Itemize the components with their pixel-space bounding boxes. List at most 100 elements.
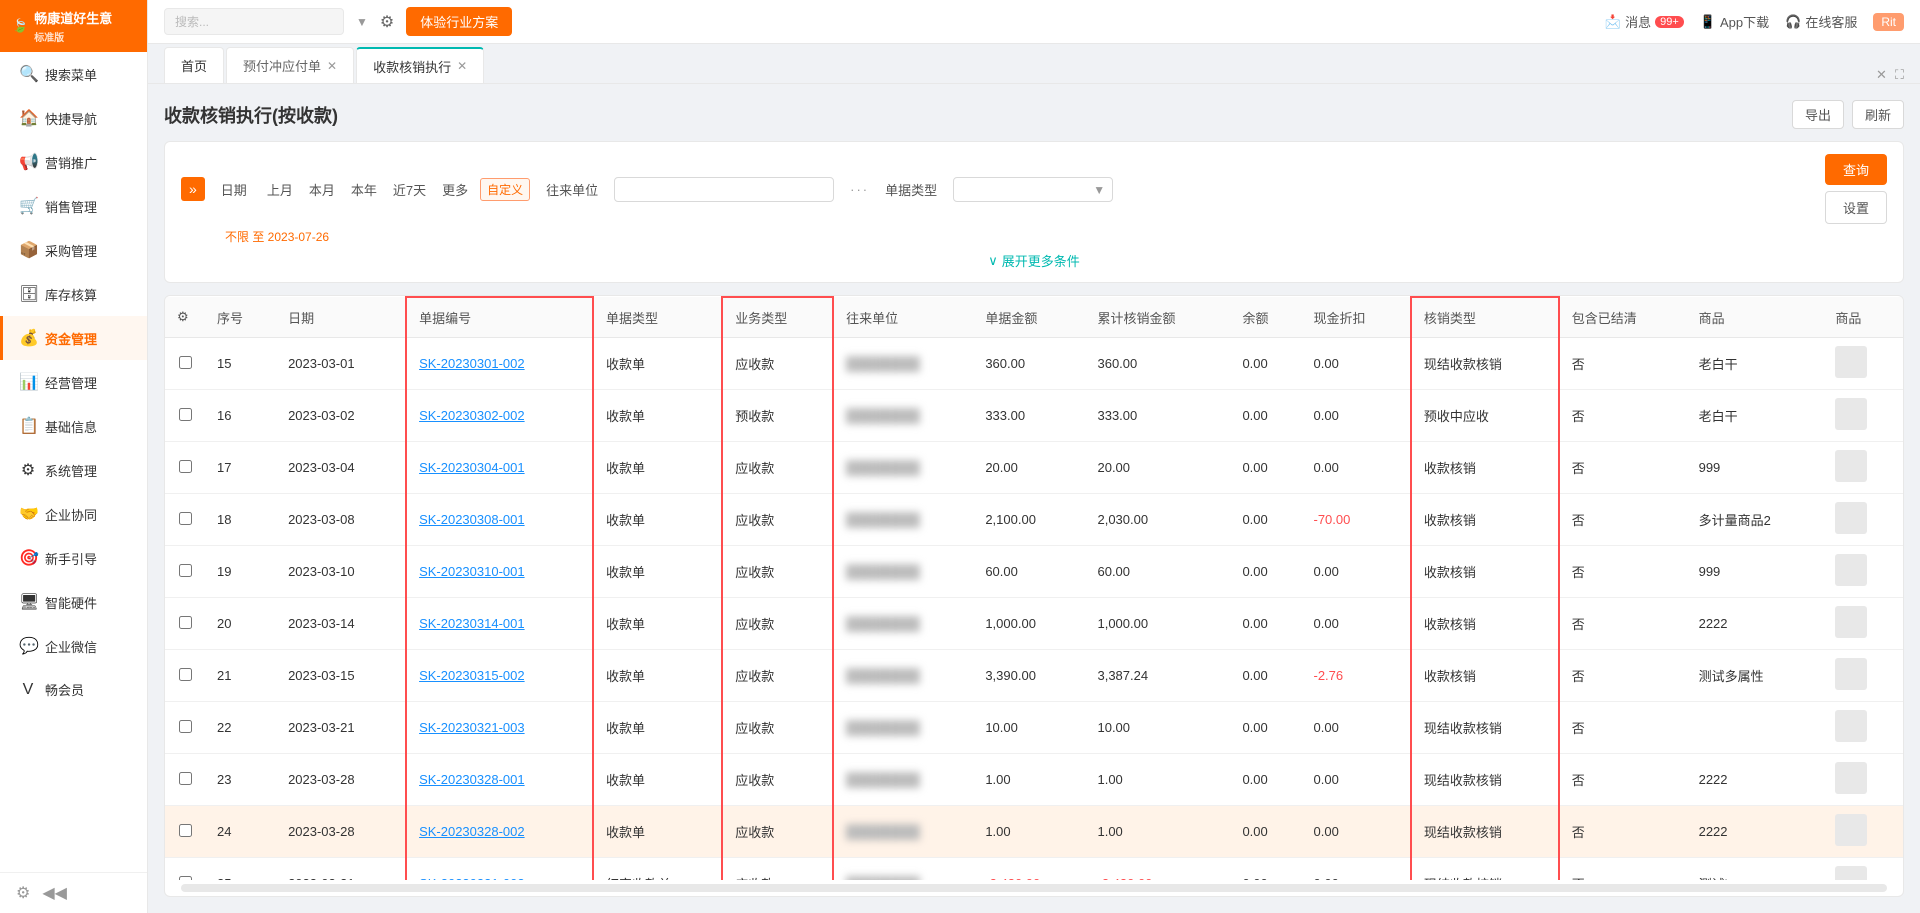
th-gear[interactable]: ⚙ xyxy=(165,297,205,338)
row-checkbox[interactable] xyxy=(179,720,192,733)
this-year-btn[interactable]: 本年 xyxy=(347,178,381,201)
sidebar-item-inventory[interactable]: 🗄 库存核算 xyxy=(0,272,147,316)
cell-voucher-no[interactable]: SK-20230315-002 xyxy=(406,650,593,702)
row-checkbox[interactable] xyxy=(179,876,192,881)
cell-voucher-no[interactable]: SK-20230304-001 xyxy=(406,442,593,494)
sidebar-item-marketing[interactable]: 📢 营销推广 xyxy=(0,140,147,184)
cell-voucher-no[interactable]: SK-20230302-002 xyxy=(406,390,593,442)
cell-voucher-no[interactable]: SK-20230301-002 xyxy=(406,338,593,390)
last-7-days-btn[interactable]: 近7天 xyxy=(389,178,430,201)
cell-cash-discount: -70.00 xyxy=(1302,494,1411,546)
industry-btn[interactable]: 体验行业方案 xyxy=(406,7,512,36)
row-checkbox[interactable] xyxy=(179,356,192,369)
cell-checkbox[interactable] xyxy=(165,650,205,702)
cell-voucher-no[interactable]: SK-20230328-002 xyxy=(406,806,593,858)
this-month-btn[interactable]: 本月 xyxy=(305,178,339,201)
filter-row: » 日期 上月 本月 本年 近7天 更多 自定义 往来单位 ··· 单据类型 xyxy=(181,154,1887,224)
topbar-gear-icon[interactable]: ⚙ xyxy=(380,12,394,32)
app-download-item[interactable]: 📱 App下载 xyxy=(1700,12,1769,31)
cell-voucher-no[interactable]: SK-20230308-001 xyxy=(406,494,593,546)
more-btn[interactable]: 更多 xyxy=(438,178,472,201)
filter-toggle-btn[interactable]: » xyxy=(181,177,205,201)
row-checkbox[interactable] xyxy=(179,564,192,577)
voucher-type-select[interactable] xyxy=(953,177,1113,202)
cell-include-settled: 否 xyxy=(1559,546,1687,598)
topbar-search[interactable]: 搜索... xyxy=(164,8,344,35)
cell-voucher-type: 收款单 xyxy=(593,390,722,442)
sidebar-label-member: 畅会员 xyxy=(45,680,84,699)
user-avatar[interactable]: Rit xyxy=(1873,13,1904,31)
column-settings-icon[interactable]: ⚙ xyxy=(177,309,189,324)
row-checkbox[interactable] xyxy=(179,512,192,525)
refresh-btn[interactable]: 刷新 xyxy=(1852,100,1904,129)
sidebar-item-purchase[interactable]: 📦 采购管理 xyxy=(0,228,147,272)
sidebar-item-member[interactable]: V 畅会员 xyxy=(0,668,147,711)
cell-voucher-no[interactable]: SK-20230328-001 xyxy=(406,754,593,806)
sidebar-item-guide[interactable]: 🎯 新手引导 xyxy=(0,536,147,580)
custom-date-btn[interactable]: 自定义 xyxy=(480,178,530,201)
settings-icon[interactable]: ⚙ xyxy=(16,883,30,903)
row-checkbox[interactable] xyxy=(179,460,192,473)
table-row: 21 2023-03-15 SK-20230315-002 收款单 应收款 ██… xyxy=(165,650,1903,702)
tab-receipt[interactable]: 收款核销执行 ✕ xyxy=(356,47,484,83)
export-btn[interactable]: 导出 xyxy=(1792,100,1844,129)
messages-item[interactable]: 📩 消息 99+ xyxy=(1605,12,1684,31)
cell-balance: 0.00 xyxy=(1230,494,1301,546)
sidebar-icon-purchase: 📦 xyxy=(19,240,37,260)
sidebar-item-enterprise[interactable]: 🤝 企业协同 xyxy=(0,492,147,536)
sidebar-icon-marketing: 📢 xyxy=(19,152,37,172)
cell-checkbox[interactable] xyxy=(165,390,205,442)
filter-settings-btn[interactable]: 设置 xyxy=(1825,191,1887,224)
row-checkbox[interactable] xyxy=(179,824,192,837)
horizontal-scrollbar[interactable] xyxy=(181,884,1887,892)
sidebar-item-quicknav[interactable]: 🏠 快捷导航 xyxy=(0,96,147,140)
data-table: ⚙ 序号 日期 单据编号 单据类型 业务类型 往来单位 单据金额 累计核销金额 … xyxy=(165,296,1903,880)
cell-goods: 999 xyxy=(1687,442,1824,494)
table-scroll[interactable]: ⚙ 序号 日期 单据编号 单据类型 业务类型 往来单位 单据金额 累计核销金额 … xyxy=(165,296,1903,880)
row-checkbox[interactable] xyxy=(179,668,192,681)
expand-conditions-btn[interactable]: ∨ 展开更多条件 xyxy=(181,251,1887,270)
cell-amount: 10.00 xyxy=(973,702,1085,754)
app-name: 畅康道好生意 xyxy=(34,8,112,27)
sidebar-item-search[interactable]: 🔍 搜索菜单 xyxy=(0,52,147,96)
query-btn[interactable]: 查询 xyxy=(1825,154,1887,185)
cell-checkbox[interactable] xyxy=(165,598,205,650)
cell-checkbox[interactable] xyxy=(165,858,205,881)
cell-goods-img xyxy=(1823,858,1903,881)
company-input[interactable] xyxy=(614,177,834,202)
table-row: 20 2023-03-14 SK-20230314-001 收款单 应收款 ██… xyxy=(165,598,1903,650)
tab-payable[interactable]: 预付冲应付单 ✕ xyxy=(226,47,354,83)
cell-voucher-no[interactable]: SK-20230321-003 xyxy=(406,702,593,754)
sidebar-item-hardware[interactable]: 🖥 智能硬件 xyxy=(0,580,147,624)
sidebar-item-wechat[interactable]: 💬 企业微信 xyxy=(0,624,147,668)
receipt-tab-close[interactable]: ✕ xyxy=(457,59,467,73)
collapse-icon[interactable]: ◀◀ xyxy=(42,883,67,903)
tab-expand-icon[interactable]: ⛶ xyxy=(1895,67,1904,83)
cell-checkbox[interactable] xyxy=(165,754,205,806)
cell-checkbox[interactable] xyxy=(165,806,205,858)
cell-voucher-no[interactable]: SK-20230310-001 xyxy=(406,546,593,598)
cell-goods-img xyxy=(1823,546,1903,598)
cell-checkbox[interactable] xyxy=(165,442,205,494)
cell-biz-type: 应收款 xyxy=(722,598,833,650)
cell-voucher-no[interactable]: SK-20230331-002 xyxy=(406,858,593,881)
tab-close-all-icon[interactable]: ✕ xyxy=(1876,67,1887,83)
sidebar-item-system[interactable]: ⚙ 系统管理 xyxy=(0,448,147,492)
sidebar-item-operation[interactable]: 📊 经营管理 xyxy=(0,360,147,404)
cell-checkbox[interactable] xyxy=(165,338,205,390)
row-checkbox[interactable] xyxy=(179,408,192,421)
cell-checkbox[interactable] xyxy=(165,702,205,754)
cell-checkbox[interactable] xyxy=(165,546,205,598)
sidebar-item-sales[interactable]: 🛒 销售管理 xyxy=(0,184,147,228)
table-header-row: ⚙ 序号 日期 单据编号 单据类型 业务类型 往来单位 单据金额 累计核销金额 … xyxy=(165,297,1903,338)
sidebar-item-finance[interactable]: 💰 资金管理 xyxy=(0,316,147,360)
row-checkbox[interactable] xyxy=(179,772,192,785)
sidebar-item-basic[interactable]: 📋 基础信息 xyxy=(0,404,147,448)
row-checkbox[interactable] xyxy=(179,616,192,629)
cell-checkbox[interactable] xyxy=(165,494,205,546)
tab-home[interactable]: 首页 xyxy=(164,47,224,83)
cell-voucher-no[interactable]: SK-20230314-001 xyxy=(406,598,593,650)
last-month-btn[interactable]: 上月 xyxy=(263,178,297,201)
customer-service-item[interactable]: 🎧 在线客服 xyxy=(1785,12,1857,31)
payable-tab-close[interactable]: ✕ xyxy=(327,59,337,73)
